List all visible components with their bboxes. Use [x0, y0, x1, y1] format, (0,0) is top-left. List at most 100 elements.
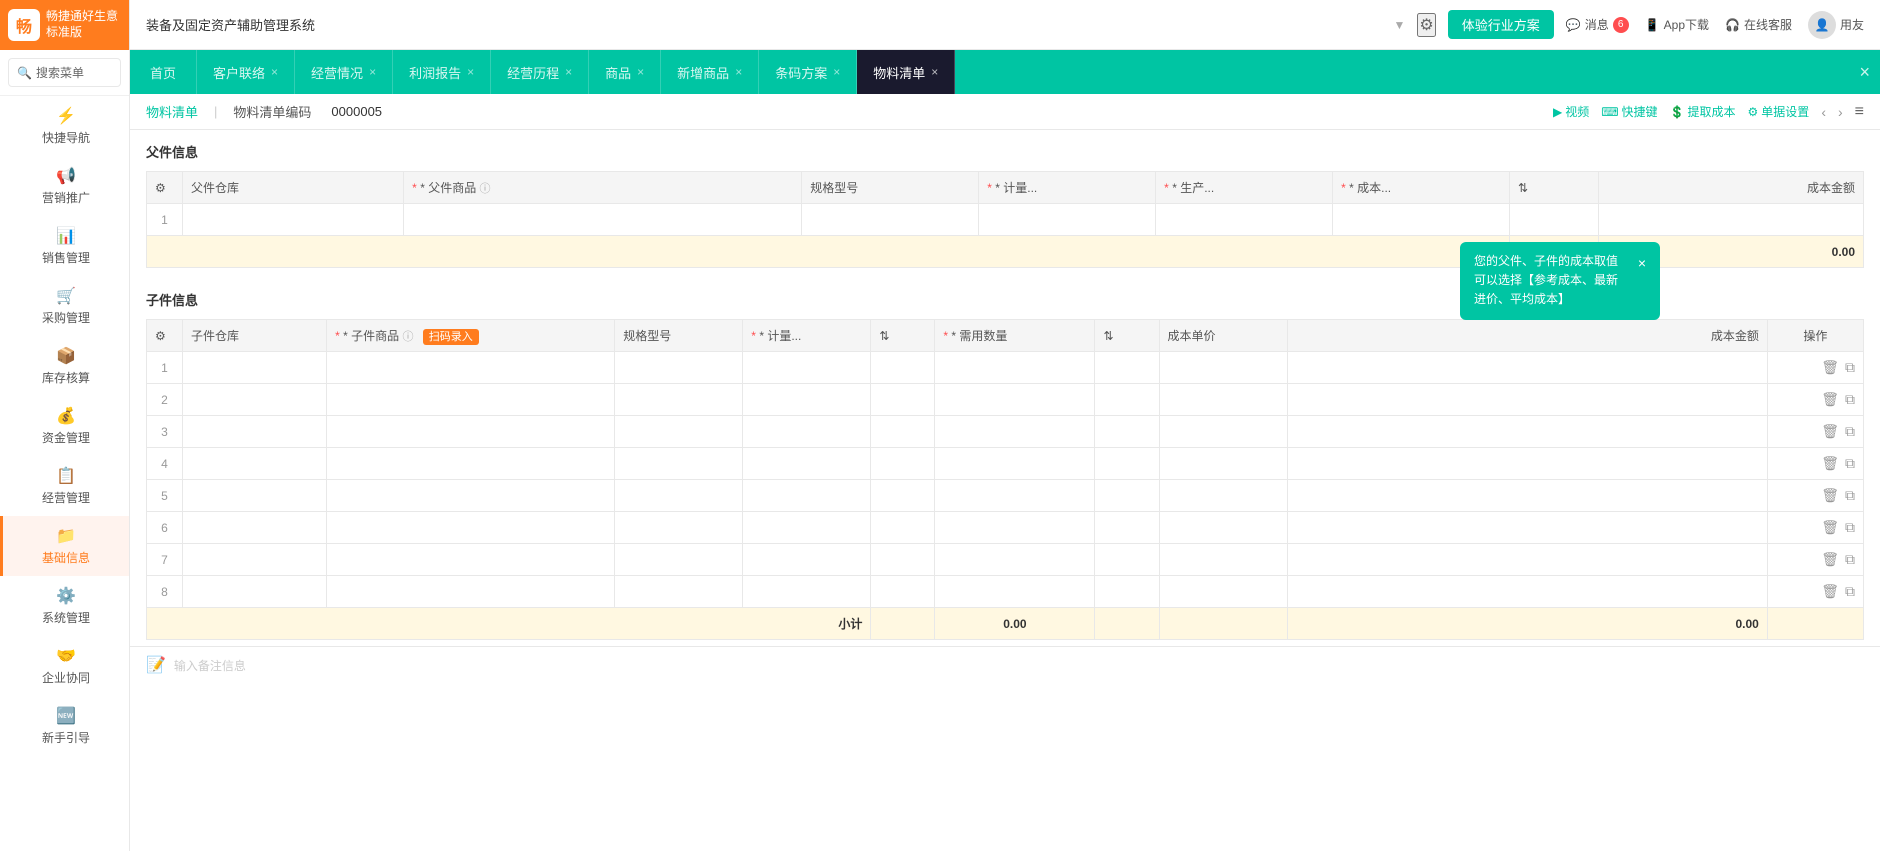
child-spec-cell[interactable] — [615, 480, 743, 512]
copy-icon[interactable]: ⧉ — [1845, 423, 1855, 440]
scan-badge[interactable]: 扫码录入 — [423, 329, 479, 345]
tab-close-goods[interactable]: × — [637, 65, 644, 79]
sidebar-item-inventory[interactable]: 📦 库存核算 — [0, 336, 129, 396]
child-warehouse-cell[interactable] — [183, 512, 327, 544]
child-sort-cell[interactable] — [871, 480, 935, 512]
settings-button[interactable]: ⚙ — [1417, 13, 1435, 37]
delete-icon[interactable]: 🗑 — [1821, 423, 1839, 440]
copy-icon[interactable]: ⧉ — [1845, 487, 1855, 504]
extract-cost-button[interactable]: 💲 提取成本 — [1670, 103, 1736, 120]
child-cost-amount-cell[interactable] — [1287, 544, 1767, 576]
child-goods-cell[interactable] — [327, 384, 615, 416]
child-cost-amount-cell[interactable] — [1287, 448, 1767, 480]
child-sort2-cell[interactable] — [1095, 576, 1159, 608]
child-unit-cost-cell[interactable] — [1159, 576, 1287, 608]
tab-close-barcode[interactable]: × — [833, 65, 840, 79]
child-qty-cell[interactable] — [935, 576, 1095, 608]
child-warehouse-cell[interactable] — [183, 480, 327, 512]
delete-icon[interactable]: 🗑 — [1821, 583, 1839, 600]
sidebar-item-guide[interactable]: 🆕 新手引导 — [0, 696, 129, 756]
child-spec-cell[interactable] — [615, 416, 743, 448]
child-unit-cell[interactable] — [743, 576, 871, 608]
child-unit-cell[interactable] — [743, 416, 871, 448]
parent-col-settings[interactable]: ⚙ — [147, 172, 183, 204]
delete-icon[interactable]: 🗑 — [1821, 359, 1839, 376]
delete-icon[interactable]: 🗑 — [1821, 455, 1839, 472]
child-warehouse-cell[interactable] — [183, 576, 327, 608]
child-cost-amount-cell[interactable] — [1287, 576, 1767, 608]
child-qty-cell[interactable] — [935, 512, 1095, 544]
child-unit-cell[interactable] — [743, 352, 871, 384]
child-sort2-cell[interactable] — [1095, 544, 1159, 576]
copy-icon[interactable]: ⧉ — [1845, 391, 1855, 408]
child-qty-cell[interactable] — [935, 416, 1095, 448]
child-goods-cell[interactable] — [327, 416, 615, 448]
child-sort2-cell[interactable] — [1095, 416, 1159, 448]
parent-sort-cell[interactable] — [1510, 204, 1598, 236]
tab-new-goods[interactable]: 新增商品 × — [661, 50, 759, 94]
sidebar-item-finance[interactable]: 💰 资金管理 — [0, 396, 129, 456]
child-warehouse-cell[interactable] — [183, 544, 327, 576]
next-record-button[interactable]: › — [1838, 104, 1843, 120]
copy-icon[interactable]: ⧉ — [1845, 583, 1855, 600]
breadcrumb-bom[interactable]: 物料清单 — [146, 102, 198, 121]
parent-cost-amount-cell[interactable] — [1598, 204, 1863, 236]
child-unit-cell[interactable] — [743, 448, 871, 480]
child-unit-cost-cell[interactable] — [1159, 352, 1287, 384]
child-qty-cell[interactable] — [935, 480, 1095, 512]
child-sort-cell[interactable] — [871, 512, 935, 544]
parent-spec-cell[interactable] — [802, 204, 979, 236]
child-unit-cost-cell[interactable] — [1159, 384, 1287, 416]
child-sort-cell[interactable] — [871, 352, 935, 384]
child-sort2-cell[interactable] — [1095, 384, 1159, 416]
parent-unit-cell[interactable] — [979, 204, 1156, 236]
child-col-settings[interactable]: ⚙ — [147, 320, 183, 352]
app-download-button[interactable]: 📱 App下载 — [1645, 16, 1709, 33]
delete-icon[interactable]: 🗑 — [1821, 487, 1839, 504]
sidebar-item-marketing[interactable]: 📢 营销推广 — [0, 156, 129, 216]
child-sort-cell[interactable] — [871, 384, 935, 416]
sidebar-item-system[interactable]: ⚙️ 系统管理 — [0, 576, 129, 636]
tab-goods[interactable]: 商品 × — [589, 50, 661, 94]
child-sort2-cell[interactable] — [1095, 480, 1159, 512]
child-unit-cost-cell[interactable] — [1159, 416, 1287, 448]
child-unit-cost-cell[interactable] — [1159, 512, 1287, 544]
more-options-button[interactable]: ≡ — [1855, 103, 1864, 121]
child-goods-cell[interactable] — [327, 576, 615, 608]
child-spec-cell[interactable] — [615, 544, 743, 576]
delete-icon[interactable]: 🗑 — [1821, 519, 1839, 536]
copy-icon[interactable]: ⧉ — [1845, 551, 1855, 568]
child-cost-amount-cell[interactable] — [1287, 512, 1767, 544]
copy-icon[interactable]: ⧉ — [1845, 455, 1855, 472]
tab-home[interactable]: 首页 — [130, 50, 197, 94]
system-title-dropdown-icon[interactable]: ▼ — [1393, 18, 1405, 32]
shortcut-button[interactable]: ⌨ 快捷键 — [1601, 103, 1657, 120]
tab-close-profit-report[interactable]: × — [467, 65, 474, 79]
child-warehouse-cell[interactable] — [183, 352, 327, 384]
online-service-button[interactable]: 🎧 在线客服 — [1725, 16, 1792, 33]
child-spec-cell[interactable] — [615, 512, 743, 544]
child-cost-amount-cell[interactable] — [1287, 352, 1767, 384]
child-goods-cell[interactable] — [327, 512, 615, 544]
child-unit-cost-cell[interactable] — [1159, 544, 1287, 576]
sidebar-item-operations[interactable]: 📋 经营管理 — [0, 456, 129, 516]
child-sort2-cell[interactable] — [1095, 512, 1159, 544]
tab-close-new-goods[interactable]: × — [735, 65, 742, 79]
delete-icon[interactable]: 🗑 — [1821, 551, 1839, 568]
child-unit-cell[interactable] — [743, 544, 871, 576]
child-warehouse-cell[interactable] — [183, 416, 327, 448]
tab-close-operations-status[interactable]: × — [369, 65, 376, 79]
child-qty-cell[interactable] — [935, 384, 1095, 416]
parent-warehouse-cell[interactable] — [183, 204, 404, 236]
child-sort2-cell[interactable] — [1095, 448, 1159, 480]
delete-icon[interactable]: 🗑 — [1821, 391, 1839, 408]
child-cost-amount-cell[interactable] — [1287, 480, 1767, 512]
sidebar-item-sales[interactable]: 📊 销售管理 — [0, 216, 129, 276]
child-goods-cell[interactable] — [327, 480, 615, 512]
child-cost-amount-cell[interactable] — [1287, 416, 1767, 448]
child-warehouse-cell[interactable] — [183, 384, 327, 416]
single-settings-button[interactable]: ⚙ 单据设置 — [1748, 103, 1810, 120]
sidebar-item-quick-nav[interactable]: ⚡ 快捷导航 — [0, 96, 129, 156]
child-sort2-cell[interactable] — [1095, 352, 1159, 384]
parent-goods-cell[interactable] — [404, 204, 802, 236]
